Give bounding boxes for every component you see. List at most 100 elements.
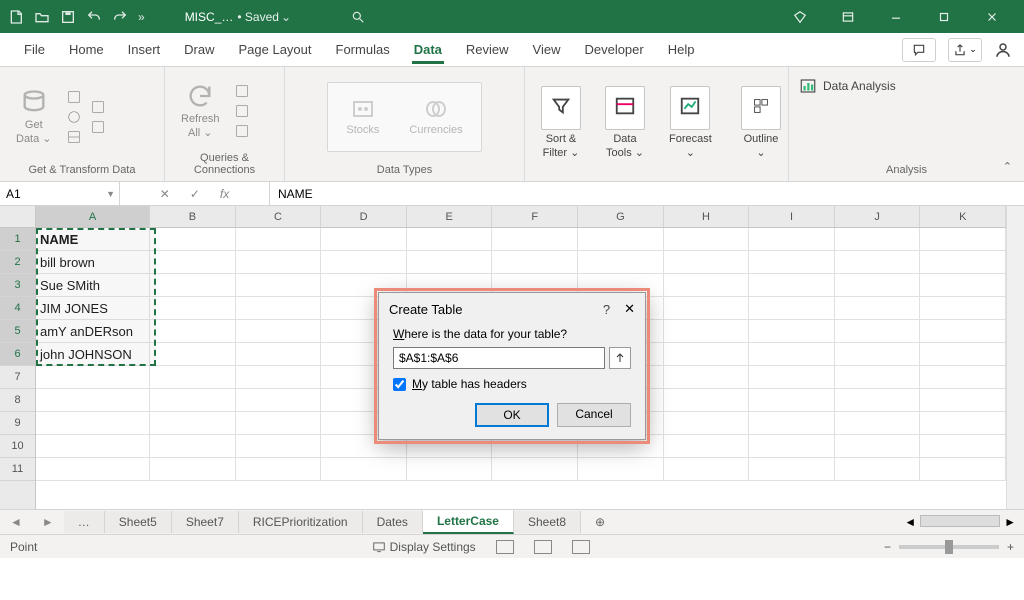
row-header[interactable]: 3 xyxy=(0,274,35,297)
add-sheet-button[interactable]: ⊕ xyxy=(581,515,619,529)
existing-conn-icon[interactable] xyxy=(90,119,106,135)
collapse-ribbon-icon[interactable]: ⌃ xyxy=(1003,160,1012,173)
row-header[interactable]: 5 xyxy=(0,320,35,343)
undo-icon[interactable] xyxy=(86,9,102,25)
view-normal-icon[interactable] xyxy=(496,540,514,554)
cell[interactable] xyxy=(835,435,921,458)
cell[interactable] xyxy=(835,274,921,297)
sheet-tab[interactable]: … xyxy=(64,511,105,533)
ok-button[interactable]: OK xyxy=(475,403,549,427)
cell[interactable] xyxy=(920,251,1006,274)
cell[interactable] xyxy=(920,228,1006,251)
col-header[interactable]: G xyxy=(578,206,664,227)
cell[interactable] xyxy=(920,389,1006,412)
cell[interactable] xyxy=(236,343,322,366)
search-icon[interactable] xyxy=(351,10,365,24)
name-box[interactable]: ▼ xyxy=(0,182,120,205)
col-header[interactable]: B xyxy=(150,206,236,227)
cell[interactable] xyxy=(321,228,407,251)
cell[interactable] xyxy=(749,343,835,366)
cell[interactable] xyxy=(407,228,493,251)
cell[interactable] xyxy=(749,274,835,297)
col-header[interactable]: K xyxy=(920,206,1006,227)
outline-button[interactable]: Outline ⌄ xyxy=(735,82,787,164)
cell[interactable] xyxy=(36,389,150,412)
save-status[interactable]: • Saved xyxy=(237,10,279,24)
cell[interactable] xyxy=(321,458,407,481)
tab-formulas[interactable]: Formulas xyxy=(324,36,402,64)
hscroll-left-icon[interactable]: ◄ xyxy=(904,515,916,529)
cell[interactable] xyxy=(835,251,921,274)
cell[interactable] xyxy=(236,389,322,412)
ribbon-display-icon[interactable] xyxy=(824,0,872,33)
close-button[interactable] xyxy=(968,0,1016,33)
cell[interactable] xyxy=(664,389,750,412)
cell[interactable] xyxy=(835,228,921,251)
from-text-icon[interactable] xyxy=(66,89,82,105)
dialog-help-icon[interactable]: ? xyxy=(603,302,610,317)
cell[interactable] xyxy=(236,274,322,297)
sheet-tab[interactable]: Sheet7 xyxy=(172,511,239,533)
cell[interactable] xyxy=(321,251,407,274)
cell[interactable]: amY anDERson xyxy=(36,320,150,343)
sheet-tab[interactable]: Sheet5 xyxy=(105,511,172,533)
tab-nav-prev-icon[interactable]: ◄ xyxy=(0,515,32,529)
vertical-scrollbar[interactable] xyxy=(1006,206,1024,509)
fx-icon[interactable]: fx xyxy=(220,187,229,201)
cell[interactable] xyxy=(407,251,493,274)
cell[interactable] xyxy=(664,297,750,320)
cell[interactable]: john JOHNSON xyxy=(36,343,150,366)
row-header[interactable]: 9 xyxy=(0,412,35,435)
queries-icon[interactable] xyxy=(234,83,250,99)
headers-checkbox-row[interactable]: My table has headers xyxy=(393,377,631,391)
row-header[interactable]: 1 xyxy=(0,228,35,251)
comments-button[interactable] xyxy=(902,38,936,62)
col-header[interactable]: A xyxy=(36,206,150,227)
cell[interactable] xyxy=(835,412,921,435)
tab-pagelayout[interactable]: Page Layout xyxy=(227,36,324,64)
zoom-in-button[interactable]: + xyxy=(1007,540,1014,554)
cancel-formula-icon[interactable]: ✕ xyxy=(160,187,170,201)
cell[interactable] xyxy=(492,251,578,274)
col-header[interactable]: E xyxy=(407,206,493,227)
select-all-corner[interactable] xyxy=(0,206,35,228)
cell[interactable] xyxy=(920,274,1006,297)
col-header[interactable]: I xyxy=(749,206,835,227)
cell[interactable] xyxy=(150,389,236,412)
account-icon[interactable] xyxy=(994,41,1012,59)
view-pagebreak-icon[interactable] xyxy=(572,540,590,554)
tab-view[interactable]: View xyxy=(521,36,573,64)
col-header[interactable]: D xyxy=(321,206,407,227)
cancel-button[interactable]: Cancel xyxy=(557,403,631,427)
cell[interactable] xyxy=(492,228,578,251)
cell[interactable] xyxy=(749,458,835,481)
cell[interactable]: bill brown xyxy=(36,251,150,274)
cell[interactable] xyxy=(749,366,835,389)
tab-home[interactable]: Home xyxy=(57,36,116,64)
tab-developer[interactable]: Developer xyxy=(572,36,655,64)
sheet-tab[interactable]: Dates xyxy=(363,511,423,533)
cell[interactable] xyxy=(749,320,835,343)
cell[interactable] xyxy=(236,251,322,274)
cell[interactable] xyxy=(36,412,150,435)
cell[interactable] xyxy=(150,251,236,274)
cell[interactable] xyxy=(150,435,236,458)
tab-insert[interactable]: Insert xyxy=(116,36,173,64)
from-table-icon[interactable] xyxy=(66,129,82,145)
table-range-input[interactable] xyxy=(393,347,605,369)
cell[interactable] xyxy=(835,297,921,320)
name-box-input[interactable] xyxy=(6,187,96,201)
cell[interactable] xyxy=(920,435,1006,458)
col-header[interactable]: J xyxy=(835,206,921,227)
range-picker-button[interactable] xyxy=(609,347,631,369)
autosave-icon[interactable] xyxy=(8,9,24,25)
data-tools-button[interactable]: Data Tools ⌄ xyxy=(599,82,651,164)
cell[interactable] xyxy=(407,458,493,481)
cell[interactable] xyxy=(664,366,750,389)
formula-input[interactable] xyxy=(278,187,1016,201)
qat-more-icon[interactable]: » xyxy=(138,10,145,24)
cell[interactable] xyxy=(150,412,236,435)
cell[interactable] xyxy=(664,228,750,251)
properties-icon[interactable] xyxy=(234,103,250,119)
cell[interactable] xyxy=(236,366,322,389)
